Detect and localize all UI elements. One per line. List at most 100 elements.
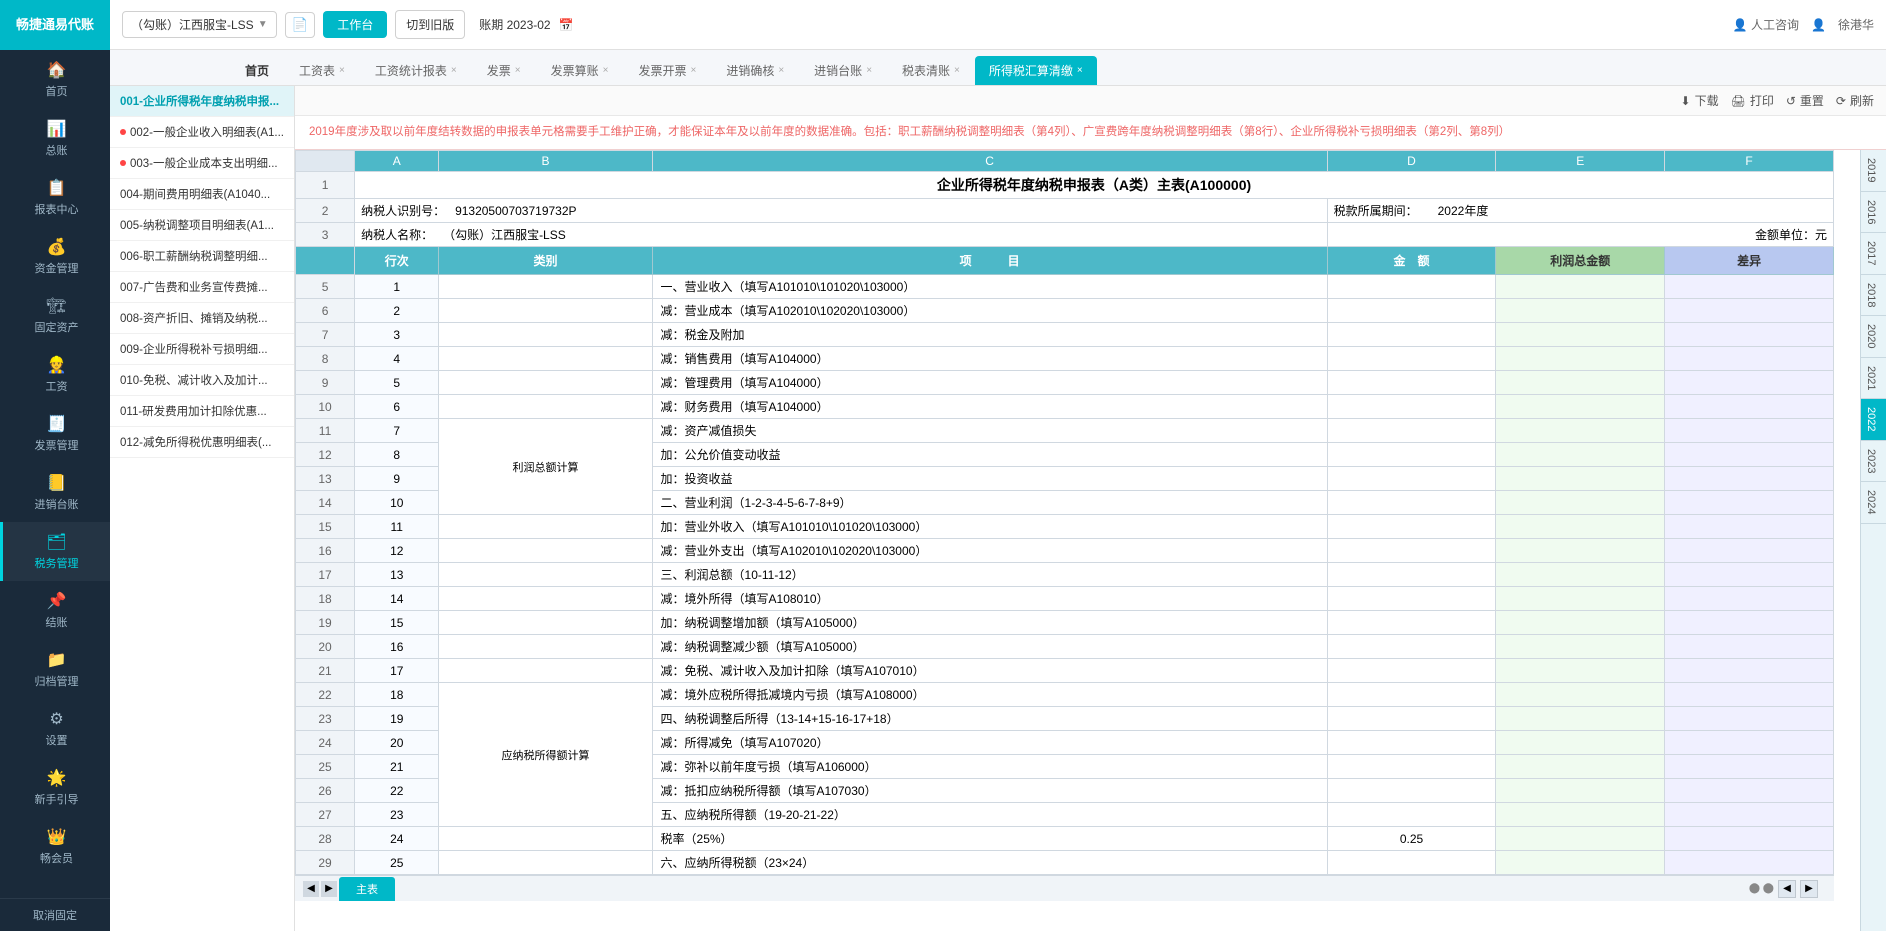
- year-entry-2022[interactable]: 2022: [1861, 399, 1886, 440]
- list-item-005[interactable]: 005-纳税调整项目明细表(A1...: [110, 210, 294, 241]
- nav-icon: 👑: [47, 827, 67, 847]
- tab-发票算账[interactable]: 发票算账 ×: [536, 55, 624, 85]
- sheet-prev-button[interactable]: ◀: [303, 881, 319, 897]
- tab-close-icon[interactable]: ×: [515, 65, 521, 76]
- list-item-004[interactable]: 004-期间费用明细表(A1040...: [110, 179, 294, 210]
- tab-close-icon[interactable]: ×: [339, 65, 345, 76]
- list-item-011[interactable]: 011-研发费用加计扣除优惠...: [110, 396, 294, 427]
- list-item-012[interactable]: 012-减免所得税优惠明细表(...: [110, 427, 294, 458]
- tab-税表清账[interactable]: 税表清账 ×: [887, 55, 975, 85]
- tab-label: 发票算账: [551, 62, 599, 79]
- sidebar-item-归档管理[interactable]: 📁 归档管理: [0, 640, 110, 699]
- year-entry-2019[interactable]: 2019: [1861, 150, 1886, 191]
- tab-close-icon[interactable]: ×: [866, 65, 872, 76]
- unpin-button[interactable]: 取消固定: [0, 898, 110, 931]
- sidebar-item-总账[interactable]: 📊 总账: [0, 109, 110, 168]
- scroll-left-button[interactable]: ◀: [1778, 880, 1796, 898]
- sheet-tab-main[interactable]: 主表: [339, 877, 395, 901]
- tab-发票开票[interactable]: 发票开票 ×: [623, 55, 711, 85]
- sidebar-item-固定资产[interactable]: 🏗 固定资产: [0, 286, 110, 345]
- year-entry-2024[interactable]: 2024: [1861, 482, 1886, 523]
- tab-进销台账[interactable]: 进销台账 ×: [799, 55, 887, 85]
- sidebar-item-label: 首页: [46, 83, 68, 99]
- tab-close-icon[interactable]: ×: [451, 65, 457, 76]
- sidebar-item-税务管理[interactable]: 🗂 税务管理: [0, 522, 110, 581]
- switch-version-button[interactable]: 切到旧版: [395, 10, 465, 39]
- download-button[interactable]: ⬇ 下载: [1681, 92, 1719, 109]
- nav-icon: 🏠: [47, 60, 67, 80]
- tab-所得税汇算清缴[interactable]: 所得税汇算清缴 ×: [975, 56, 1097, 85]
- topbar: （勾账）江西服宝-LSS ▼ 📄 工作台 切到旧版 账期 2023-02 📅 👤…: [110, 0, 1886, 50]
- tab-label: 所得税汇算清缴: [989, 62, 1073, 79]
- company-selector[interactable]: （勾账）江西服宝-LSS ▼: [122, 11, 277, 38]
- tab-close-icon[interactable]: ×: [954, 65, 960, 76]
- sidebar-item-label: 归档管理: [35, 673, 79, 689]
- list-item-006[interactable]: 006-职工薪酬纳税调整明细...: [110, 241, 294, 272]
- list-item-008[interactable]: 008-资产折旧、摊销及纳税...: [110, 303, 294, 334]
- table-row: 29 25 六、应纳所得税额（23×24）: [296, 851, 1834, 875]
- refresh-button[interactable]: ⟳ 刷新: [1836, 92, 1874, 109]
- sidebar-item-报表中心[interactable]: 📋 报表中心: [0, 168, 110, 227]
- list-item-label: 002-一般企业收入明细表(A1...: [130, 124, 284, 140]
- sidebar-item-首页[interactable]: 🏠 首页: [0, 50, 110, 109]
- reset-button[interactable]: ↺ 重置: [1786, 92, 1824, 109]
- table-row: 21 17 减：免税、减计收入及加计扣除（填写A107010）: [296, 659, 1834, 683]
- year-sidebar: 201920162017201820202021202220232024: [1860, 150, 1886, 931]
- year-entry-2017[interactable]: 2017: [1861, 233, 1886, 274]
- sidebar-item-发票管理[interactable]: 🧾 发票管理: [0, 404, 110, 463]
- ai-consult-link[interactable]: 👤 人工咨询: [1733, 16, 1799, 33]
- table-row: 18 14 减：境外所得（填写A108010）: [296, 587, 1834, 611]
- list-item-002[interactable]: 002-一般企业收入明细表(A1...: [110, 117, 294, 148]
- tab-close-icon[interactable]: ×: [690, 65, 696, 76]
- list-item-003[interactable]: 003-一般企业成本支出明细...: [110, 148, 294, 179]
- list-item-009[interactable]: 009-企业所得税补亏损明细...: [110, 334, 294, 365]
- sidebar-item-资金管理[interactable]: 💰 资金管理: [0, 227, 110, 286]
- list-item-label: 009-企业所得税补亏损明细...: [120, 341, 268, 357]
- sidebar-item-设置[interactable]: ⚙ 设置: [0, 699, 110, 758]
- tab-label: 工资统计报表: [375, 62, 447, 79]
- tab-工资表[interactable]: 工资表 ×: [284, 55, 360, 85]
- year-entry-2016[interactable]: 2016: [1861, 192, 1886, 233]
- list-item-label: 005-纳税调整项目明细表(A1...: [120, 217, 274, 233]
- sidebar-item-工资[interactable]: 👷 工资: [0, 345, 110, 404]
- list-item-001[interactable]: 001-企业所得税年度纳税申报...: [110, 86, 294, 117]
- status-dot: [120, 160, 126, 166]
- sidebar-item-label: 新手引导: [35, 791, 79, 807]
- year-entry-2020[interactable]: 2020: [1861, 316, 1886, 357]
- tab-close-icon[interactable]: ×: [603, 65, 609, 76]
- topbar-right: 👤 人工咨询 👤 徐港华: [1733, 16, 1874, 33]
- list-item-010[interactable]: 010-免税、减计收入及加计...: [110, 365, 294, 396]
- tab-close-icon[interactable]: ×: [1077, 65, 1083, 76]
- table-row: 15 11 加：营业外收入（填写A101010\101020\103000）: [296, 515, 1834, 539]
- tab-首页[interactable]: 首页: [230, 55, 284, 85]
- year-entry-2023[interactable]: 2023: [1861, 441, 1886, 482]
- tab-label: 进销台账: [814, 62, 862, 79]
- sidebar-item-进销台账[interactable]: 📒 进销台账: [0, 463, 110, 522]
- sidebar-item-结账[interactable]: 📌 结账: [0, 581, 110, 640]
- workbench-button[interactable]: 工作台: [323, 11, 387, 38]
- scroll-right-button[interactable]: ▶: [1800, 880, 1818, 898]
- tab-工资统计报表[interactable]: 工资统计报表 ×: [360, 55, 472, 85]
- print-button[interactable]: 🖨 打印: [1731, 92, 1774, 109]
- nav-icon: 💰: [47, 237, 67, 257]
- tab-发票[interactable]: 发票 ×: [472, 55, 536, 85]
- year-entry-2021[interactable]: 2021: [1861, 358, 1886, 399]
- doc-icon-button[interactable]: 📄: [285, 12, 316, 38]
- tab-进销确核[interactable]: 进销确核 ×: [711, 55, 799, 85]
- nav-icon: 🏗: [46, 296, 66, 316]
- tab-close-icon[interactable]: ×: [778, 65, 784, 76]
- sidebar-item-畅会员[interactable]: 👑 畅会员: [0, 817, 110, 876]
- nav-icon: 🗂: [46, 532, 66, 552]
- sheet-next-button[interactable]: ▶: [321, 881, 337, 897]
- table-row: 1 企业所得税年度纳税申报表（A类）主表(A100000): [296, 172, 1834, 199]
- list-item-007[interactable]: 007-广告费和业务宣传费摊...: [110, 272, 294, 303]
- download-icon: ⬇: [1681, 94, 1691, 108]
- year-entry-2018[interactable]: 2018: [1861, 275, 1886, 316]
- main-area: （勾账）江西服宝-LSS ▼ 📄 工作台 切到旧版 账期 2023-02 📅 👤…: [110, 0, 1886, 931]
- table-wrap[interactable]: A B C D E F 1 企业所得税年度纳税申报表（A类）主表(A100000…: [295, 150, 1860, 931]
- sidebar-item-新手引导[interactable]: 🌟 新手引导: [0, 758, 110, 817]
- print-icon: 🖨: [1731, 94, 1746, 108]
- nav-icon: 👷: [47, 355, 67, 375]
- col-c-header: C: [652, 151, 1327, 172]
- col-e-header: E: [1496, 151, 1665, 172]
